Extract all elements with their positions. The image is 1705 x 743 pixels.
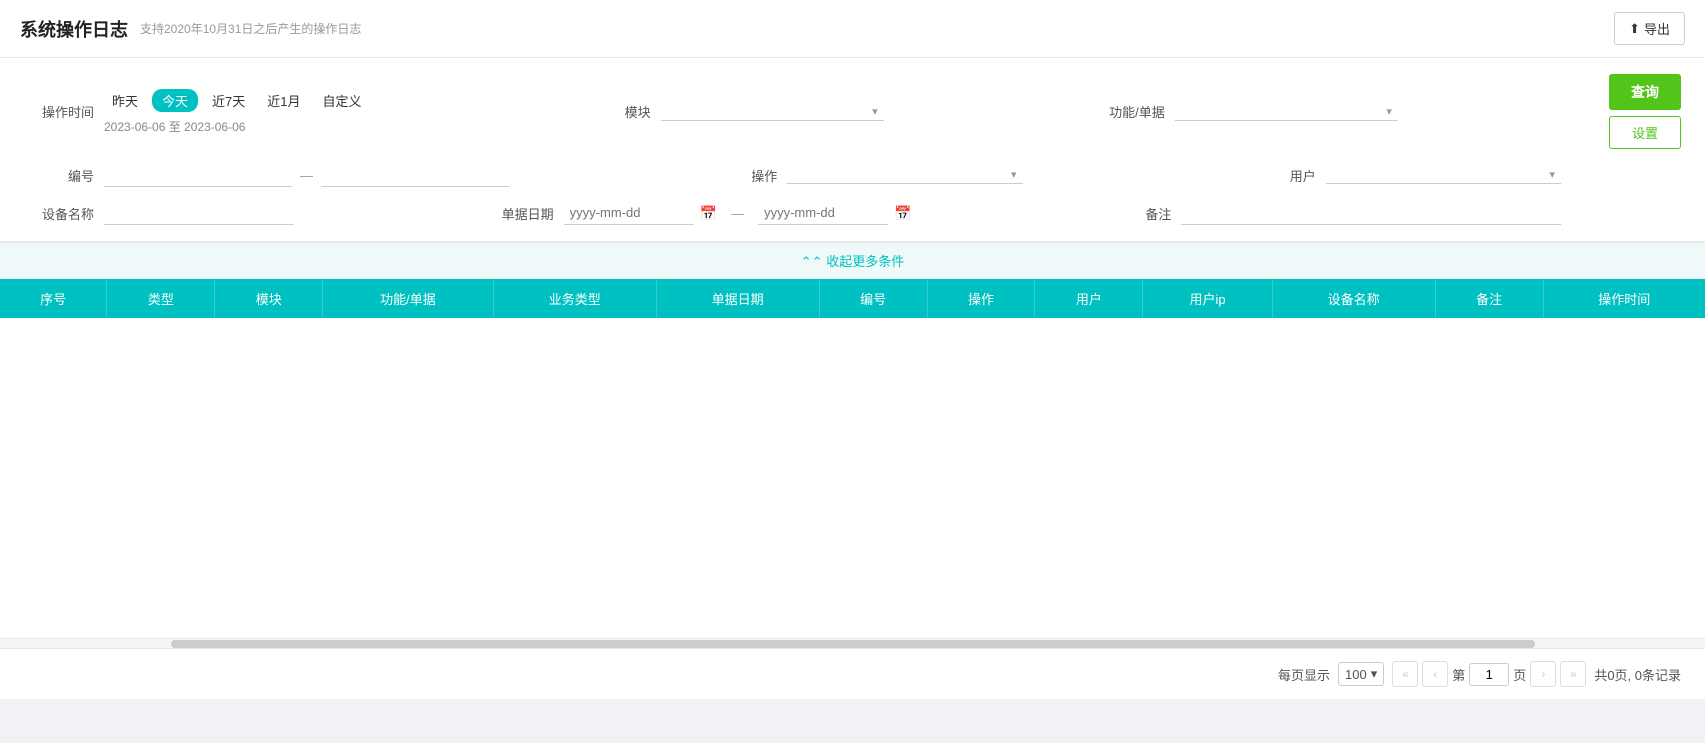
number-input-group: — — [104, 163, 484, 187]
empty-area — [0, 318, 1705, 638]
next-page-button[interactable]: › — [1530, 661, 1556, 687]
date-input-group: 📅 — 📅 — [564, 201, 912, 225]
query-button[interactable]: 查询 — [1609, 74, 1681, 110]
time-label: 操作时间 — [24, 102, 94, 121]
collapse-icon: ⌃⌃ — [801, 254, 823, 269]
remark-label: 备注 — [1101, 204, 1171, 223]
filter-row-2: 编号 — 操作 ▾ 用户 ▾ — [24, 163, 1681, 187]
last-page-button[interactable]: » — [1560, 661, 1586, 687]
col-module: 模块 — [215, 279, 323, 318]
module-dropdown-icon: ▾ — [872, 105, 878, 118]
calendar-end-icon[interactable]: 📅 — [894, 205, 911, 222]
table-wrapper: 序号 类型 模块 功能/单据 业务类型 单据日期 编号 操作 用户 用户ip 设… — [0, 279, 1705, 318]
time-btn-today[interactable]: 今天 — [152, 89, 198, 112]
page-unit: 页 — [1513, 665, 1526, 684]
col-biztype: 业务类型 — [493, 279, 656, 318]
operation-select[interactable]: ▾ — [787, 166, 1022, 184]
time-date-range: 2023-06-06 至 2023-06-06 — [104, 118, 370, 135]
collapse-label: 收起更多条件 — [826, 254, 904, 269]
page-size-value: 100 — [1345, 667, 1367, 682]
remark-input[interactable] — [1181, 201, 1561, 225]
user-select[interactable]: ▾ — [1326, 166, 1561, 184]
page-size-select[interactable]: 100 ▾ — [1338, 662, 1384, 686]
date-end-input[interactable] — [758, 201, 888, 225]
page-size-arrow: ▾ — [1371, 666, 1378, 682]
scrollbar-thumb — [171, 640, 1535, 648]
time-filters: 昨天 今天 近7天 近1月 自定义 — [104, 89, 370, 112]
module-select[interactable]: ▾ — [661, 103, 884, 121]
device-input[interactable] — [104, 201, 294, 225]
page-subtitle: 支持2020年10月31日之后产生的操作日志 — [140, 20, 361, 37]
voucher-date-label: 单据日期 — [484, 204, 554, 223]
col-user: 用户 — [1035, 279, 1143, 318]
user-dropdown-icon: ▾ — [1549, 168, 1555, 181]
page-title: 系统操作日志 — [20, 16, 128, 42]
time-btn-1month[interactable]: 近1月 — [259, 89, 308, 112]
number-input-start[interactable] — [104, 163, 292, 187]
data-table: 序号 类型 模块 功能/单据 业务类型 单据日期 编号 操作 用户 用户ip 设… — [0, 279, 1705, 318]
number-label: 编号 — [24, 166, 94, 185]
calendar-start-icon[interactable]: 📅 — [700, 205, 717, 222]
filter-row-1: 操作时间 昨天 今天 近7天 近1月 自定义 2023-06-06 至 2023… — [24, 74, 1681, 149]
export-icon: ⬆ — [1629, 21, 1640, 37]
total-label: 共0页, 0条记录 — [1594, 665, 1681, 684]
per-page-label: 每页显示 — [1278, 665, 1330, 684]
prev-page-button[interactable]: ‹ — [1422, 661, 1448, 687]
number-input-end[interactable] — [321, 163, 509, 187]
col-optime: 操作时间 — [1543, 279, 1705, 318]
first-page-button[interactable]: « — [1392, 661, 1418, 687]
collapse-bar[interactable]: ⌃⌃ 收起更多条件 — [0, 242, 1705, 279]
filter-panel: 操作时间 昨天 今天 近7天 近1月 自定义 2023-06-06 至 2023… — [0, 58, 1705, 242]
time-btn-7days[interactable]: 近7天 — [204, 89, 253, 112]
operation-dropdown-icon: ▾ — [1011, 168, 1017, 181]
page-input[interactable] — [1469, 663, 1509, 686]
module-label: 模块 — [581, 102, 651, 121]
time-btn-yesterday[interactable]: 昨天 — [104, 89, 146, 112]
pagination-bar: 每页显示 100 ▾ « ‹ 第 页 › » 共0页, 0条记录 — [0, 648, 1705, 699]
function-dropdown-icon: ▾ — [1386, 105, 1392, 118]
user-label: 用户 — [1246, 166, 1316, 185]
filter-row-3: 设备名称 单据日期 📅 — 📅 备注 — [24, 201, 1681, 225]
action-buttons: 查询 设置 — [1609, 74, 1681, 149]
col-seq: 序号 — [0, 279, 107, 318]
col-device: 设备名称 — [1272, 279, 1435, 318]
col-voucherdate: 单据日期 — [656, 279, 819, 318]
col-ip: 用户ip — [1143, 279, 1272, 318]
page-label: 第 — [1452, 665, 1465, 684]
time-btn-custom[interactable]: 自定义 — [315, 89, 370, 112]
date-start-input[interactable] — [564, 201, 694, 225]
page-header: 系统操作日志 支持2020年10月31日之后产生的操作日志 ⬆ 导出 — [0, 0, 1705, 58]
function-label: 功能/单据 — [1095, 102, 1165, 121]
number-dash: — — [292, 168, 321, 183]
operation-label: 操作 — [707, 166, 777, 185]
device-label: 设备名称 — [24, 204, 94, 223]
pagination-nav: « ‹ 第 页 › » — [1392, 661, 1586, 687]
col-remark: 备注 — [1435, 279, 1543, 318]
export-button[interactable]: ⬆ 导出 — [1614, 12, 1685, 45]
remark-input-group — [1181, 201, 1561, 225]
col-operation: 操作 — [927, 279, 1035, 318]
col-function: 功能/单据 — [323, 279, 494, 318]
settings-button[interactable]: 设置 — [1609, 116, 1681, 149]
table-header: 序号 类型 模块 功能/单据 业务类型 单据日期 编号 操作 用户 用户ip 设… — [0, 279, 1705, 318]
date-dash: — — [723, 206, 752, 221]
device-input-group — [104, 201, 294, 225]
function-select[interactable]: ▾ — [1175, 103, 1398, 121]
export-label: 导出 — [1644, 19, 1670, 38]
col-type: 类型 — [107, 279, 215, 318]
scrollbar-area[interactable] — [0, 638, 1705, 648]
col-number: 编号 — [819, 279, 927, 318]
